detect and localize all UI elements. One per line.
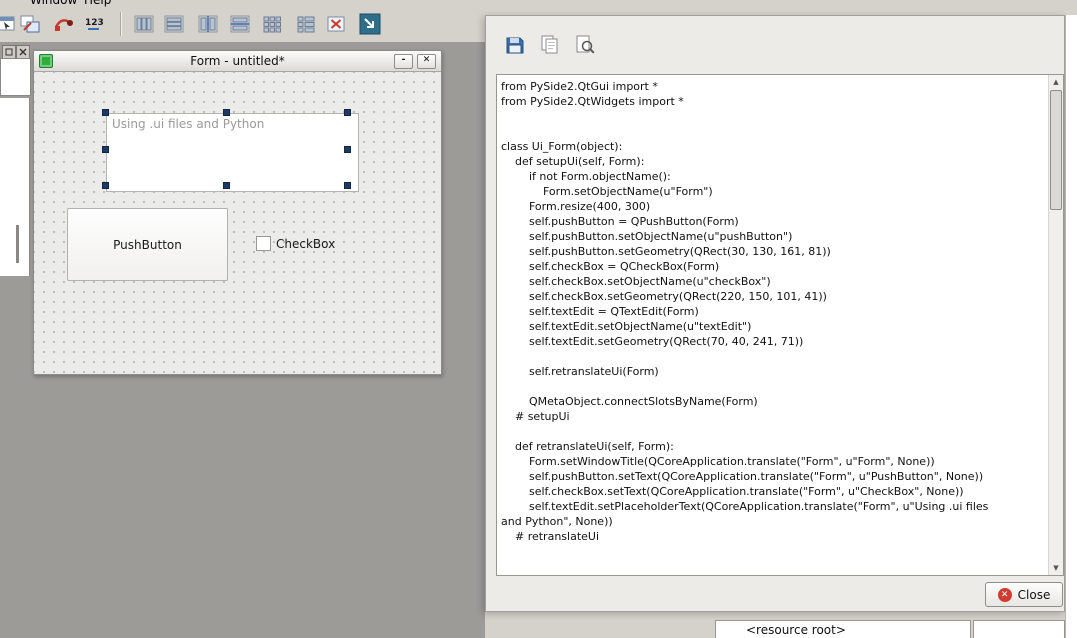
code-line: self.checkBox.setGeometry(QRect(220, 150…: [501, 289, 1053, 304]
code-line: and Python", None)): [501, 514, 1053, 529]
close-x-icon: ✕: [998, 588, 1012, 602]
layout-horizontally-splitter-icon[interactable]: [194, 10, 222, 38]
form-window-title: Form - untitled*: [34, 54, 441, 68]
code-line: self.checkBox = QCheckBox(Form): [501, 259, 1053, 274]
pushbutton-label: PushButton: [113, 238, 182, 252]
selection-handle-middle-left[interactable]: [102, 146, 109, 153]
scroll-down-icon[interactable]: ▼: [1049, 561, 1063, 575]
widgetbox-filter-fragment[interactable]: [0, 58, 31, 96]
code-line: [501, 124, 1053, 139]
layout-grid-icon[interactable]: [258, 10, 286, 38]
layout-horizontally-icon[interactable]: [130, 10, 158, 38]
form-canvas[interactable]: Using .ui files and Python PushButton Ch…: [34, 72, 441, 374]
code-line: if not Form.objectName():: [501, 169, 1053, 184]
code-line: def retranslateUi(self, Form):: [501, 439, 1053, 454]
code-line: [501, 349, 1053, 364]
code-line: [501, 109, 1053, 124]
code-line: from PySide2.QtWidgets import *: [501, 94, 1053, 109]
pushbutton-widget[interactable]: PushButton: [67, 208, 228, 281]
toolbar-separator: [120, 12, 121, 36]
layout-vertically-splitter-icon[interactable]: [226, 10, 254, 38]
menu-window[interactable]: Window: [30, 0, 77, 7]
code-vertical-scrollbar[interactable]: ▲ ▼: [1048, 75, 1063, 575]
menu-help[interactable]: Help: [84, 0, 111, 7]
right-dock-fragment: [1065, 15, 1077, 638]
copy-icon[interactable]: [537, 32, 563, 58]
code-line: def setupUi(self, Form):: [501, 154, 1053, 169]
selection-handle-bottom-right[interactable]: [344, 182, 351, 189]
form-titlebar[interactable]: Form - untitled* - ✕: [34, 51, 441, 72]
resource-browser-fragment: <resource root>: [715, 620, 971, 638]
code-line: self.textEdit.setObjectName(u"textEdit"): [501, 319, 1053, 334]
code-line: class Ui_Form(object):: [501, 139, 1053, 154]
code-line: self.textEdit.setGeometry(QRect(70, 40, …: [501, 334, 1053, 349]
widgetbox-scrollbar[interactable]: [16, 225, 19, 263]
code-line: [501, 424, 1053, 439]
edit-buddies-icon[interactable]: [50, 10, 78, 38]
code-line: self.checkBox.setText(QCoreApplication.t…: [501, 484, 1053, 499]
dock-close-icon[interactable]: [16, 45, 30, 59]
selection-handle-top-center[interactable]: [223, 109, 230, 116]
code-line: Form.resize(400, 300): [501, 199, 1053, 214]
code-line: self.pushButton.setText(QCoreApplication…: [501, 469, 1053, 484]
code-line: Form.setObjectName(u"Form"): [501, 184, 1053, 199]
code-text: from PySide2.QtGui import *from PySide2.…: [497, 77, 1053, 544]
scrollbar-thumb[interactable]: [1050, 90, 1062, 210]
checkbox-widget[interactable]: CheckBox: [256, 236, 335, 251]
code-line: self.textEdit = QTextEdit(Form): [501, 304, 1053, 319]
scroll-up-icon[interactable]: ▲: [1049, 75, 1063, 89]
selection-handle-bottom-left[interactable]: [102, 182, 109, 189]
textedit-widget[interactable]: Using .ui files and Python: [106, 113, 359, 192]
code-line: QMetaObject.connectSlotsByName(Form): [501, 394, 1053, 409]
code-line: self.pushButton.setObjectName(u"pushButt…: [501, 229, 1053, 244]
checkbox-indicator[interactable]: [256, 236, 271, 251]
resource-browser-fragment-right: [973, 620, 1065, 638]
form-editor-window: Form - untitled* - ✕ Using .ui files and…: [33, 50, 442, 375]
code-line: self.retranslateUi(Form): [501, 364, 1053, 379]
close-button[interactable]: ✕: [417, 54, 436, 69]
code-line: from PySide2.QtGui import *: [501, 79, 1053, 94]
dock-float-icon[interactable]: [2, 45, 16, 59]
code-line: Form.setWindowTitle(QCoreApplication.tra…: [501, 454, 1053, 469]
selection-handle-bottom-center[interactable]: [223, 182, 230, 189]
checkbox-label: CheckBox: [276, 237, 335, 251]
save-icon[interactable]: [502, 32, 528, 58]
close-dialog-button[interactable]: ✕ Close: [985, 582, 1063, 607]
widgetbox-panel-fragment: [0, 98, 30, 276]
code-line: self.textEdit.setPlaceholderText(QCoreAp…: [501, 499, 1053, 514]
code-line: # retranslateUi: [501, 529, 1053, 544]
code-editor[interactable]: from PySide2.QtGui import *from PySide2.…: [496, 74, 1064, 576]
minimize-button[interactable]: -: [394, 54, 413, 69]
layout-form-icon[interactable]: [292, 10, 320, 38]
svg-text:123: 123: [85, 18, 104, 28]
resource-root-label[interactable]: <resource root>: [746, 623, 846, 637]
textedit-placeholder: Using .ui files and Python: [112, 117, 264, 131]
edit-signals-slots-icon[interactable]: [16, 10, 44, 38]
edit-tab-order-icon[interactable]: 123: [80, 10, 108, 38]
qt-designer-window: Window Help 123: [0, 0, 1077, 638]
selection-handle-top-left[interactable]: [102, 109, 109, 116]
layout-vertically-icon[interactable]: [160, 10, 188, 38]
code-dialog-toolbar: [502, 32, 598, 58]
code-line: self.checkBox.setObjectName(u"checkBox"): [501, 274, 1053, 289]
form-window-controls: - ✕: [390, 54, 436, 69]
code-line: # setupUi: [501, 409, 1053, 424]
selection-handle-middle-right[interactable]: [344, 146, 351, 153]
code-line: self.pushButton.setGeometry(QRect(30, 13…: [501, 244, 1053, 259]
code-line: [501, 379, 1053, 394]
close-button-label: Close: [1018, 588, 1051, 602]
code-preview-dialog: from PySide2.QtGui import *from PySide2.…: [485, 15, 1065, 612]
selection-handle-top-right[interactable]: [344, 109, 351, 116]
menu-bar: Window Help: [0, 0, 1077, 8]
mdi-workspace: Form - untitled* - ✕ Using .ui files and…: [0, 42, 485, 638]
break-layout-icon[interactable]: [322, 10, 350, 38]
code-line: self.pushButton = QPushButton(Form): [501, 214, 1053, 229]
adjust-size-icon[interactable]: [356, 10, 384, 38]
find-icon[interactable]: [572, 32, 598, 58]
